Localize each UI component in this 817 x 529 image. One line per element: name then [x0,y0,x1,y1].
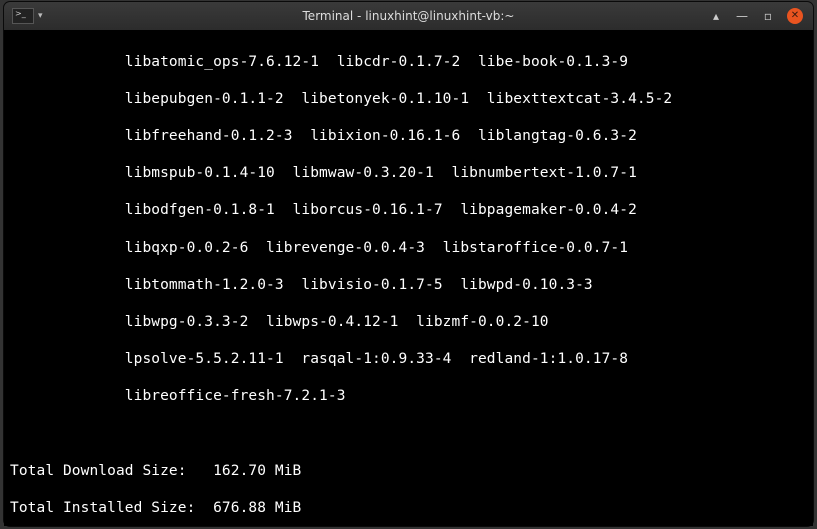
show-menubar-button[interactable]: ▴ [709,9,723,23]
app-menu-dropdown-icon[interactable]: ▾ [38,11,43,21]
package-list-line: libfreehand-0.1.2-3 libixion-0.16.1-6 li… [10,127,807,146]
total-installed-size: Total Installed Size: 676.88 MiB [10,499,807,518]
package-list-line: lpsolve-5.5.2.11-1 rasqal-1:0.9.33-4 red… [10,350,807,369]
package-list-line: libatomic_ops-7.6.12-1 libcdr-0.1.7-2 li… [10,53,807,72]
minimize-button[interactable]: — [735,9,749,23]
package-list-line: libqxp-0.0.2-6 librevenge-0.0.4-3 libsta… [10,239,807,258]
package-list-line: libtommath-1.2.0-3 libvisio-0.1.7-5 libw… [10,276,807,295]
package-list-line: libwpg-0.3.3-2 libwps-0.4.12-1 libzmf-0.… [10,313,807,332]
package-list-line: libreoffice-fresh-7.2.1-3 [10,387,807,406]
terminal-content[interactable]: libatomic_ops-7.6.12-1 libcdr-0.1.7-2 li… [4,30,813,526]
total-download-size: Total Download Size: 162.70 MiB [10,462,807,481]
window-controls: ▴ — ▫ ✕ [709,8,813,24]
package-list-line: libmspub-0.1.4-10 libmwaw-0.3.20-1 libnu… [10,164,807,183]
terminal-window: >_ ▾ Terminal - linuxhint@linuxhint-vb:~… [4,2,813,526]
close-button[interactable]: ✕ [787,8,803,24]
window-title: Terminal - linuxhint@linuxhint-vb:~ [4,9,813,23]
terminal-icon: >_ [12,8,34,24]
blank-line [10,424,807,443]
package-list-line: libodfgen-0.1.8-1 liborcus-0.16.1-7 libp… [10,201,807,220]
package-list-line: libepubgen-0.1.1-2 libetonyek-0.1.10-1 l… [10,90,807,109]
titlebar[interactable]: >_ ▾ Terminal - linuxhint@linuxhint-vb:~… [4,2,813,30]
maximize-button[interactable]: ▫ [761,9,775,23]
